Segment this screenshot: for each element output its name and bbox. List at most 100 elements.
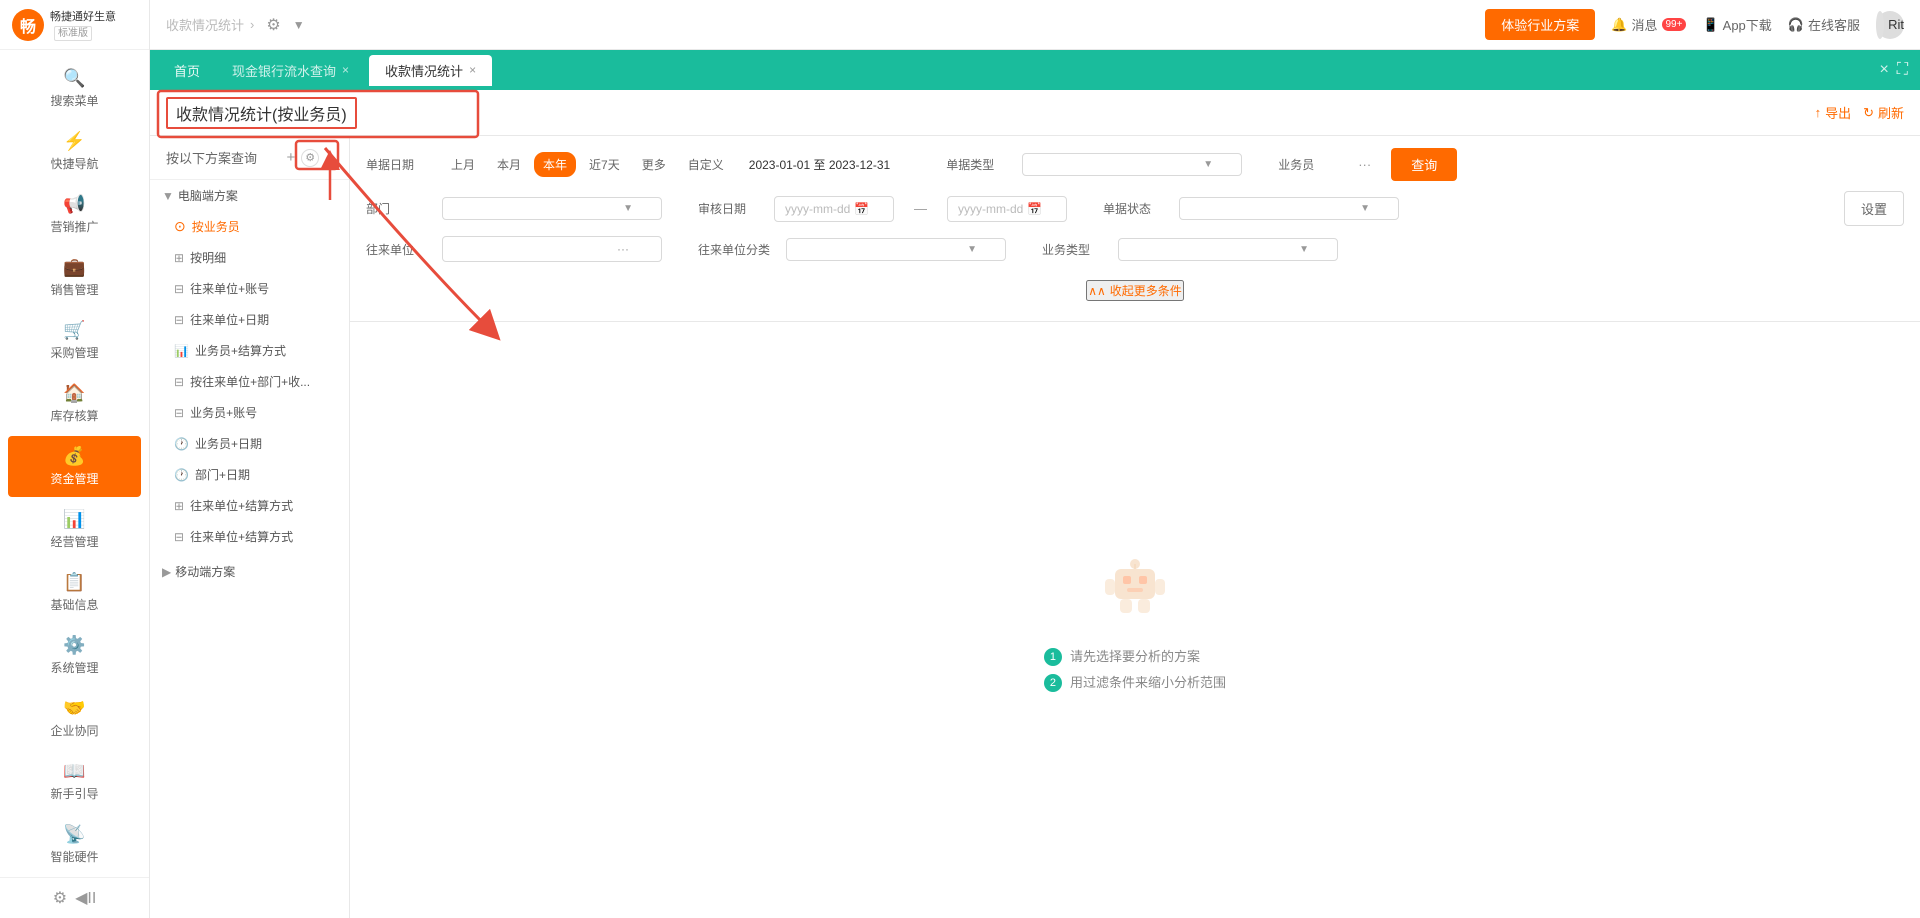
tree-item-partner-dept[interactable]: ⊟ 按往来单位+部门+收... — [150, 366, 349, 397]
tree-item-label: 业务员+账号 — [190, 404, 257, 421]
date-tab-last-month[interactable]: 上月 — [442, 152, 484, 177]
review-date-from[interactable]: yyyy-mm-dd 📅 — [774, 196, 894, 222]
sidebar-item-label: 资金管理 — [50, 470, 98, 487]
notification-label: 消息 — [1631, 15, 1657, 34]
tree-item-icon: ⊟ — [174, 375, 184, 389]
review-date-to-text: yyyy-mm-dd — [958, 202, 1023, 216]
tree-item-icon: ⊟ — [174, 406, 184, 420]
biztype-select[interactable]: ▼ — [1118, 238, 1338, 261]
logo-icon: 畅 — [12, 9, 44, 41]
sidebar-item-smarthw[interactable]: 📡 智能硬件 — [8, 814, 141, 875]
sidebar-item-guide[interactable]: 📖 新手引导 — [8, 751, 141, 812]
tree-item-salesperson-settlement[interactable]: 📊 业务员+结算方式 — [150, 335, 349, 366]
tree-item-partner-settlement2[interactable]: ⊟ 往来单位+结算方式 — [150, 521, 349, 552]
sidebar-item-purchase[interactable]: 🛒 采购管理 — [8, 310, 141, 371]
sidebar-item-marketing[interactable]: 📢 营销推广 — [8, 184, 141, 245]
window-close-icon[interactable]: × — [1879, 61, 1888, 79]
tree-item-label: 部门+日期 — [195, 466, 250, 483]
docstatus-label: 单据状态 — [1103, 200, 1163, 217]
collapse-btn[interactable]: ∧∧ 收起更多条件 — [1086, 280, 1184, 301]
sidebar-item-enterprise[interactable]: 🤝 企业协同 — [8, 688, 141, 749]
user-name: Rit — [1888, 17, 1904, 32]
biztype-label: 业务类型 — [1042, 241, 1102, 258]
docstatus-select[interactable]: ▼ — [1179, 197, 1399, 220]
tree-item-by-detail[interactable]: ⊞ 按明细 — [150, 242, 349, 273]
logo-tag: 标准版 — [54, 26, 92, 41]
salesperson-label: 业务员 — [1278, 156, 1338, 173]
tree-item-dept-date[interactable]: 🕐 部门+日期 — [150, 459, 349, 490]
review-date-to[interactable]: yyyy-mm-dd 📅 — [947, 196, 1067, 222]
tab-home[interactable]: 首页 — [162, 55, 212, 86]
sidebar-item-label: 经营管理 — [50, 533, 98, 550]
counterpart-more-dots[interactable]: ··· — [617, 242, 629, 256]
page-actions: ↑ 导出 ↻ 刷新 — [1815, 103, 1904, 122]
panel-collapse-btn[interactable]: « — [325, 149, 333, 167]
tree-item-salesperson-date[interactable]: 🕐 业务员+日期 — [150, 428, 349, 459]
inventory-icon: 🏠 — [63, 383, 85, 404]
tree-item-label: 按明细 — [190, 249, 226, 266]
tree-section-desktop[interactable]: ▼ 电脑端方案 — [150, 180, 349, 211]
tree-item-icon: 🕐 — [174, 468, 189, 482]
doctype-select[interactable]: ▼ — [1022, 153, 1242, 176]
tree-item-partner-date[interactable]: ⊟ 往来单位+日期 — [150, 304, 349, 335]
tree-section-mobile[interactable]: ▶ 移动端方案 — [150, 556, 349, 587]
notification-btn[interactable]: 🔔 消息 99+ — [1611, 15, 1686, 34]
tree-item-partner-account[interactable]: ⊟ 往来单位+账号 — [150, 273, 349, 304]
window-maximize-icon[interactable]: ⛶ — [1897, 61, 1908, 79]
tree-item-label: 往来单位+账号 — [190, 280, 269, 297]
sales-icon: 💼 — [63, 257, 85, 278]
tree-item-salesperson-account[interactable]: ⊟ 业务员+账号 — [150, 397, 349, 428]
sidebar-item-label: 库存核算 — [50, 407, 98, 424]
salesperson-more-dots[interactable]: ··· — [1358, 157, 1371, 172]
tab-collection-stats[interactable]: 收款情况统计 × — [369, 55, 492, 86]
tab-bank-flow-close[interactable]: × — [342, 63, 349, 77]
sidebar-item-basicinfo[interactable]: 📋 基础信息 — [8, 562, 141, 623]
tree-section-label: 电脑端方案 — [178, 187, 238, 204]
topbar-settings-icon[interactable]: ⚙ — [266, 15, 280, 35]
tree-item-icon-detail: ⊞ — [174, 251, 184, 265]
tab-collection-close[interactable]: × — [469, 63, 476, 77]
tab-collection-label: 收款情况统计 — [385, 61, 463, 80]
date-tab-this-month[interactable]: 本月 — [488, 152, 530, 177]
sidebar-settings-btn[interactable]: ⚙ — [53, 888, 67, 908]
tree-item-icon: ⊟ — [174, 282, 184, 296]
tree-item-partner-settlement1[interactable]: ⊞ 往来单位+结算方式 — [150, 490, 349, 521]
sidebar-item-label: 企业协同 — [50, 722, 98, 739]
date-tab-custom[interactable]: 自定义 — [679, 152, 733, 177]
breadcrumb-path: 收款情况统计 — [166, 15, 244, 34]
app-download-btn[interactable]: 📱 App下载 — [1702, 15, 1771, 34]
date-tab-this-year[interactable]: 本年 — [534, 152, 576, 177]
add-scheme-btn[interactable]: + — [286, 149, 295, 167]
date-tab-7days[interactable]: 近7天 — [580, 152, 629, 177]
hint-num-1: 1 — [1044, 648, 1062, 666]
sidebar-item-quicknav[interactable]: ⚡ 快捷导航 — [8, 121, 141, 182]
tabs-bar: 首页 现金银行流水查询 × 收款情况统计 × × ⛶ — [150, 50, 1920, 90]
tab-bank-flow[interactable]: 现金银行流水查询 × — [216, 55, 365, 86]
refresh-label: 刷新 — [1878, 103, 1904, 122]
settings-btn[interactable]: 设置 — [1844, 191, 1904, 226]
tree-item-by-salesperson[interactable]: ⊙ 按业务员 — [150, 211, 349, 242]
sidebar-collapse-btn[interactable]: ◀II — [75, 888, 96, 908]
export-label: 导出 — [1825, 103, 1851, 122]
demo-btn[interactable]: 体验行业方案 — [1485, 9, 1595, 40]
topbar-dropdown-icon[interactable]: ▼ — [293, 18, 305, 32]
counterpart-cat-select[interactable]: ▼ — [786, 238, 1006, 261]
date-tab-more[interactable]: 更多 — [633, 152, 675, 177]
counterpart-select[interactable]: ··· — [442, 236, 662, 262]
online-service-btn[interactable]: 🎧 在线客服 — [1788, 15, 1860, 34]
sidebar-item-operations[interactable]: 📊 经营管理 — [8, 499, 141, 560]
refresh-btn[interactable]: ↻ 刷新 — [1863, 103, 1904, 122]
sidebar-item-search[interactable]: 🔍 搜索菜单 — [8, 58, 141, 119]
sidebar-item-sales[interactable]: 💼 销售管理 — [8, 247, 141, 308]
user-avatar[interactable]: Rit — [1876, 11, 1904, 39]
dept-select[interactable]: ▼ — [442, 197, 662, 220]
sidebar-item-system[interactable]: ⚙️ 系统管理 — [8, 625, 141, 686]
sidebar-item-inventory[interactable]: 🏠 库存核算 — [8, 373, 141, 434]
date-tabs: 上月 本月 本年 近7天 更多 自定义 — [442, 152, 733, 177]
query-btn[interactable]: 查询 — [1391, 148, 1457, 181]
sidebar-item-label: 营销推广 — [50, 218, 98, 235]
export-btn[interactable]: ↑ 导出 — [1815, 103, 1852, 122]
filter-row-2: 部门 ▼ 审核日期 yyyy-mm-dd 📅 — yyyy-mm-dd 📅 — [366, 191, 1904, 226]
sidebar-item-finance[interactable]: 💰 资金管理 — [8, 436, 141, 497]
scheme-settings-btn[interactable]: ⚙ — [301, 149, 319, 167]
